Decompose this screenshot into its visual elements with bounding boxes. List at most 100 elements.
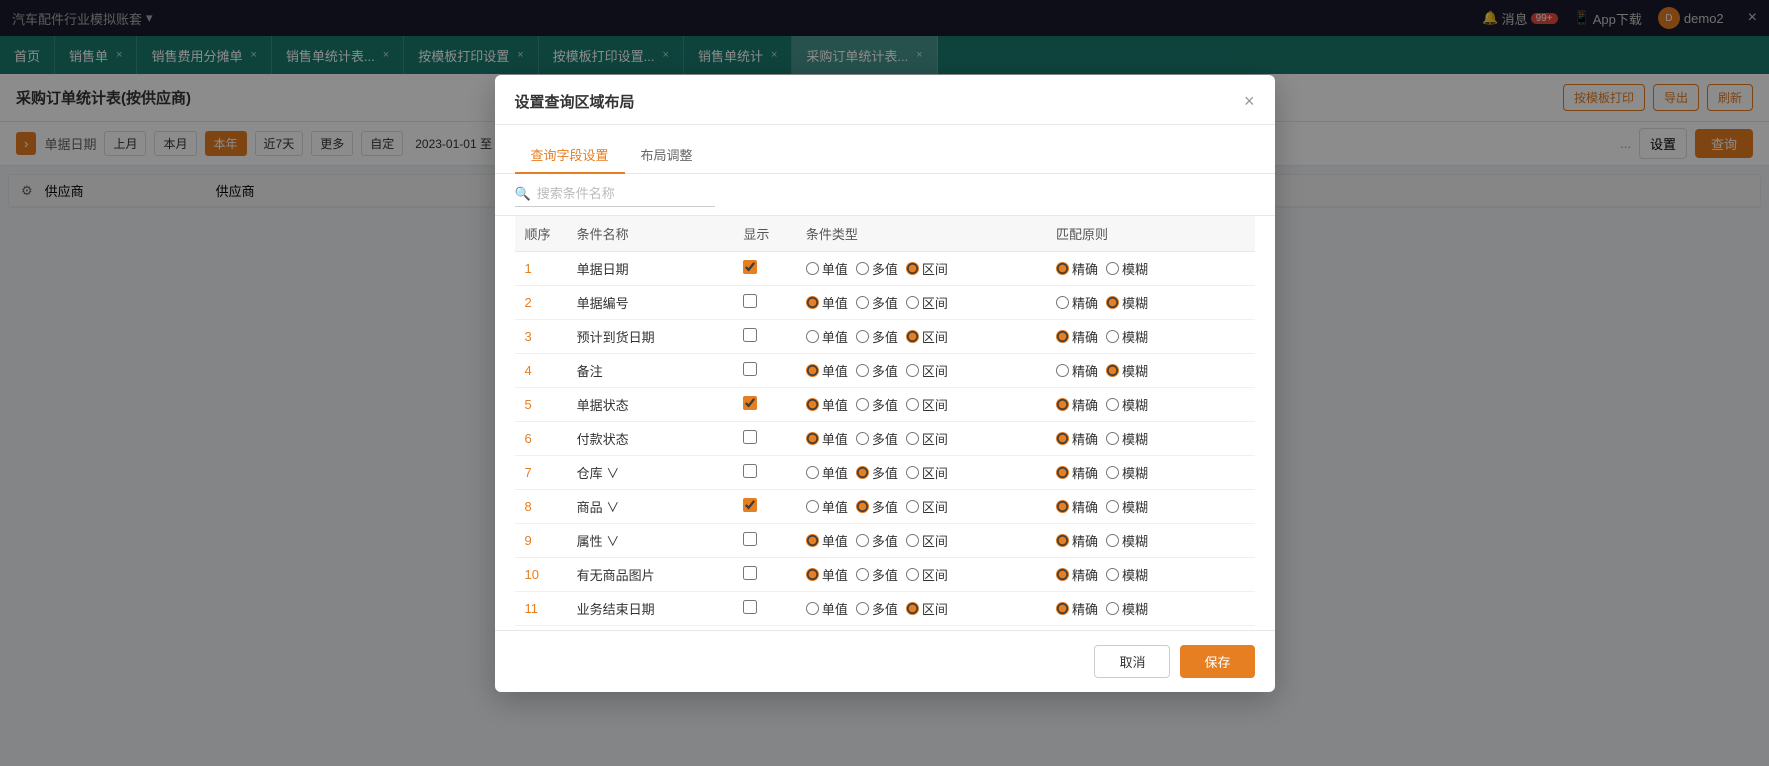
- match-radio-item[interactable]: 精确: [1056, 497, 1098, 516]
- type-radio[interactable]: [806, 296, 819, 309]
- type-radio-item[interactable]: 区间: [906, 599, 948, 618]
- match-radio[interactable]: [1106, 500, 1119, 513]
- type-radio[interactable]: [906, 364, 919, 377]
- type-radio-item[interactable]: 区间: [906, 293, 948, 312]
- type-radio[interactable]: [906, 500, 919, 513]
- type-radio-item[interactable]: 区间: [906, 429, 948, 448]
- show-checkbox[interactable]: [743, 600, 757, 614]
- type-radio-item[interactable]: 多值: [856, 429, 898, 448]
- type-radio-item[interactable]: 单值: [806, 565, 848, 584]
- match-radio-item[interactable]: 模糊: [1106, 259, 1148, 278]
- type-radio-item[interactable]: 单值: [806, 463, 848, 482]
- show-checkbox[interactable]: [743, 532, 757, 546]
- match-radio-item[interactable]: 精确: [1056, 259, 1098, 278]
- match-radio-item[interactable]: 模糊: [1106, 531, 1148, 550]
- show-checkbox[interactable]: [743, 260, 757, 274]
- type-radio-item[interactable]: 多值: [856, 599, 898, 618]
- match-radio[interactable]: [1106, 534, 1119, 547]
- type-radio-item[interactable]: 区间: [906, 395, 948, 414]
- type-radio[interactable]: [856, 364, 869, 377]
- type-radio-item[interactable]: 单值: [806, 429, 848, 448]
- type-radio-item[interactable]: 多值: [856, 395, 898, 414]
- match-radio[interactable]: [1056, 500, 1069, 513]
- type-radio-item[interactable]: 区间: [906, 327, 948, 346]
- type-radio-item[interactable]: 多值: [856, 327, 898, 346]
- type-radio[interactable]: [856, 398, 869, 411]
- type-radio[interactable]: [856, 500, 869, 513]
- match-radio[interactable]: [1106, 296, 1119, 309]
- type-radio[interactable]: [856, 534, 869, 547]
- match-radio[interactable]: [1056, 364, 1069, 377]
- match-radio[interactable]: [1106, 330, 1119, 343]
- match-radio[interactable]: [1056, 466, 1069, 479]
- match-radio[interactable]: [1056, 568, 1069, 581]
- match-radio-item[interactable]: 精确: [1056, 429, 1098, 448]
- match-radio[interactable]: [1056, 602, 1069, 615]
- type-radio[interactable]: [906, 262, 919, 275]
- type-radio[interactable]: [906, 296, 919, 309]
- type-radio[interactable]: [806, 432, 819, 445]
- type-radio-item[interactable]: 多值: [856, 361, 898, 380]
- match-radio-item[interactable]: 模糊: [1106, 429, 1148, 448]
- type-radio-item[interactable]: 区间: [906, 361, 948, 380]
- type-radio[interactable]: [856, 262, 869, 275]
- type-radio-item[interactable]: 单值: [806, 497, 848, 516]
- show-checkbox[interactable]: [743, 464, 757, 478]
- type-radio-item[interactable]: 区间: [906, 497, 948, 516]
- show-checkbox[interactable]: [743, 362, 757, 376]
- type-radio[interactable]: [856, 330, 869, 343]
- type-radio[interactable]: [906, 398, 919, 411]
- match-radio[interactable]: [1106, 432, 1119, 445]
- type-radio[interactable]: [906, 466, 919, 479]
- match-radio-item[interactable]: 模糊: [1106, 599, 1148, 618]
- show-checkbox[interactable]: [743, 498, 757, 512]
- match-radio[interactable]: [1106, 398, 1119, 411]
- match-radio-item[interactable]: 精确: [1056, 531, 1098, 550]
- match-radio-item[interactable]: 模糊: [1106, 327, 1148, 346]
- type-radio-item[interactable]: 多值: [856, 463, 898, 482]
- type-radio-item[interactable]: 区间: [906, 565, 948, 584]
- type-radio[interactable]: [906, 330, 919, 343]
- type-radio-item[interactable]: 单值: [806, 599, 848, 618]
- dialog-tab-query-fields[interactable]: 查询字段设置: [515, 137, 625, 174]
- type-radio[interactable]: [906, 534, 919, 547]
- type-radio-item[interactable]: 区间: [906, 463, 948, 482]
- match-radio-item[interactable]: 模糊: [1106, 361, 1148, 380]
- type-radio[interactable]: [806, 466, 819, 479]
- type-radio[interactable]: [806, 568, 819, 581]
- match-radio[interactable]: [1106, 568, 1119, 581]
- type-radio[interactable]: [806, 534, 819, 547]
- type-radio-item[interactable]: 单值: [806, 361, 848, 380]
- save-button[interactable]: 保存: [1180, 645, 1254, 678]
- match-radio[interactable]: [1106, 364, 1119, 377]
- cancel-button[interactable]: 取消: [1094, 645, 1170, 678]
- type-radio[interactable]: [856, 296, 869, 309]
- type-radio-item[interactable]: 单值: [806, 327, 848, 346]
- match-radio-item[interactable]: 模糊: [1106, 565, 1148, 584]
- match-radio[interactable]: [1056, 534, 1069, 547]
- match-radio-item[interactable]: 精确: [1056, 463, 1098, 482]
- search-input[interactable]: [537, 186, 697, 201]
- match-radio-item[interactable]: 精确: [1056, 327, 1098, 346]
- show-checkbox[interactable]: [743, 294, 757, 308]
- match-radio-item[interactable]: 精确: [1056, 361, 1098, 380]
- type-radio[interactable]: [806, 398, 819, 411]
- match-radio-item[interactable]: 模糊: [1106, 395, 1148, 414]
- type-radio-item[interactable]: 区间: [906, 531, 948, 550]
- type-radio[interactable]: [856, 602, 869, 615]
- show-checkbox[interactable]: [743, 430, 757, 444]
- type-radio-item[interactable]: 多值: [856, 293, 898, 312]
- match-radio[interactable]: [1106, 602, 1119, 615]
- show-checkbox[interactable]: [743, 566, 757, 580]
- type-radio-item[interactable]: 单值: [806, 531, 848, 550]
- type-radio[interactable]: [856, 466, 869, 479]
- type-radio[interactable]: [806, 500, 819, 513]
- show-checkbox[interactable]: [743, 396, 757, 410]
- match-radio-item[interactable]: 模糊: [1106, 497, 1148, 516]
- show-checkbox[interactable]: [743, 328, 757, 342]
- match-radio[interactable]: [1056, 330, 1069, 343]
- match-radio-item[interactable]: 模糊: [1106, 293, 1148, 312]
- dialog-tab-layout[interactable]: 布局调整: [625, 137, 709, 174]
- type-radio-item[interactable]: 单值: [806, 259, 848, 278]
- match-radio[interactable]: [1106, 466, 1119, 479]
